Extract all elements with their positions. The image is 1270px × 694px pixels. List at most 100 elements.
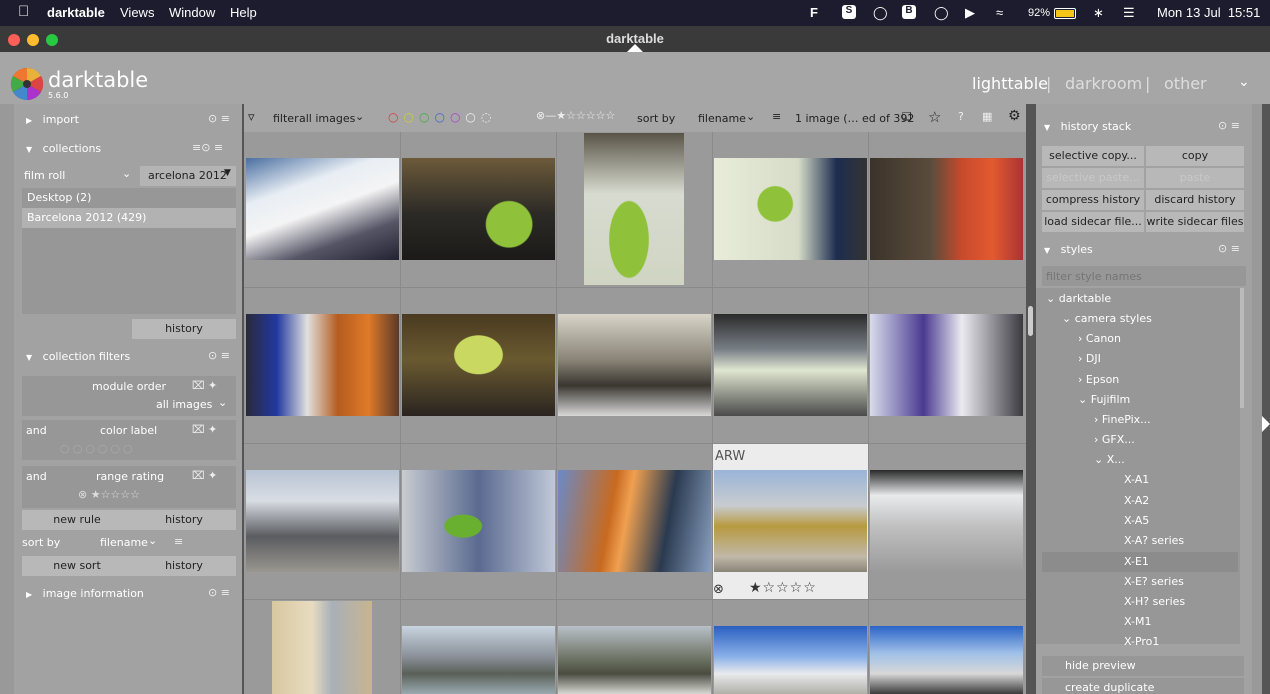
filter-icon[interactable]: ▿	[248, 110, 255, 125]
film-roll-value[interactable]: arcelona 2012 ▼	[140, 166, 236, 186]
thumbnail-image[interactable]	[558, 314, 711, 416]
tree-item-x-a5[interactable]: X-A5	[1124, 514, 1149, 527]
thumbnail-image[interactable]	[272, 601, 372, 694]
thumbnail-image[interactable]	[558, 626, 711, 694]
play-icon[interactable]: ▶	[965, 5, 975, 21]
pin-icon[interactable]: ✦	[208, 423, 217, 436]
copy-button[interactable]: copy	[1146, 146, 1244, 166]
gear-icon[interactable]: ⚙	[1008, 108, 1021, 124]
view-other[interactable]: other	[1164, 74, 1207, 93]
minimize-button[interactable]	[27, 34, 39, 46]
status-icon-f[interactable]: F	[810, 5, 818, 20]
thumbnail-image[interactable]	[558, 470, 711, 572]
right-panel-toggle-icon[interactable]	[1262, 416, 1270, 432]
filters-actions-icon[interactable]: ⊙ ≡	[208, 349, 230, 362]
reject-icon[interactable]: ⊗	[713, 582, 724, 597]
sort-filename-select[interactable]: filename	[100, 536, 148, 549]
tree-item-x-h-series[interactable]: X-H? series	[1124, 595, 1185, 608]
module-image-information[interactable]: ▶ image information	[26, 587, 144, 600]
style-filter-input[interactable]	[1042, 266, 1246, 286]
thumbnail-image[interactable]	[714, 470, 867, 572]
module-collection-filters[interactable]: ▼ collection filters	[26, 350, 130, 363]
collections-history-button[interactable]: history	[132, 319, 236, 339]
image-info-actions-icon[interactable]: ⊙ ≡	[208, 586, 230, 599]
rule-and[interactable]: and	[26, 470, 47, 483]
tree-item-canon[interactable]: › Canon	[1078, 332, 1121, 345]
sort-value-select[interactable]: filename	[698, 112, 746, 125]
menu-window[interactable]: Window	[169, 5, 215, 20]
bluetooth-icon[interactable]: ∗	[1093, 5, 1104, 21]
tree-item-epson[interactable]: › Epson	[1078, 373, 1119, 386]
tree-item-x-e-series[interactable]: X-E? series	[1124, 575, 1184, 588]
tree-item-gfx[interactable]: › GFX...	[1094, 433, 1135, 446]
thumbnail-image[interactable]	[246, 158, 399, 260]
star-icon[interactable]: ☆	[928, 108, 941, 126]
tree-item-x-e1[interactable]: X-E1	[1124, 555, 1149, 568]
sort-history-button[interactable]: history	[132, 556, 236, 576]
thumbnail-image[interactable]	[402, 470, 555, 572]
grouping-icon[interactable]: ❏	[902, 110, 912, 123]
color-dots[interactable]: ○○○○○○	[60, 442, 136, 455]
thumbnail-rating-icon[interactable]: ★☆☆☆☆	[749, 580, 817, 596]
rating-stars-icon[interactable]: ⊗ ★☆☆☆☆	[78, 488, 140, 501]
module-collections[interactable]: ▼ collections	[26, 142, 101, 155]
selective-copy-button[interactable]: selective copy...	[1042, 146, 1144, 166]
tree-item-x-a2[interactable]: X-A2	[1124, 494, 1149, 507]
thumbnail-image[interactable]	[870, 158, 1023, 260]
thumbnail-image[interactable]	[714, 626, 867, 694]
module-history-stack[interactable]: ▼ history stack	[1044, 120, 1131, 133]
film-roll-select[interactable]: film roll ⌄	[22, 166, 136, 186]
thumbnail-image[interactable]	[714, 314, 867, 416]
thumbnail-image[interactable]	[870, 470, 1023, 572]
shield-icon[interactable]: ◯	[873, 5, 888, 21]
tree-item-darktable[interactable]: ⌄ darktable	[1046, 292, 1111, 305]
new-sort-button[interactable]: new sort	[22, 556, 132, 576]
apple-icon[interactable]: 	[18, 3, 29, 20]
control-center-icon[interactable]: ☰	[1123, 5, 1135, 21]
pin-icon[interactable]: ✦	[208, 379, 217, 392]
hide-preview-button[interactable]: hide preview	[1042, 656, 1244, 676]
app-menu[interactable]: darktable	[47, 5, 105, 20]
status-icon-s[interactable]: S	[842, 5, 856, 19]
rule-and[interactable]: and	[26, 424, 47, 437]
tree-item-x-a-series[interactable]: X-A? series	[1124, 534, 1184, 547]
tree-item-x-m1[interactable]: X-M1	[1124, 615, 1151, 628]
thumbnail-image[interactable]	[246, 470, 399, 572]
maximize-button[interactable]	[46, 34, 58, 46]
load-sidecar-button[interactable]: load sidecar file...	[1042, 212, 1144, 232]
remove-icon[interactable]: ⌧	[192, 423, 205, 436]
thumbnail-image[interactable]	[714, 158, 867, 260]
sort-order-icon[interactable]: ≡	[174, 535, 183, 548]
history-stack-actions-icon[interactable]: ⊙ ≡	[1218, 119, 1240, 132]
circle-icon[interactable]: ◯	[934, 5, 949, 21]
tree-item-x-pro1[interactable]: X-Pro1	[1124, 635, 1159, 648]
filter-value-select[interactable]: all images	[299, 112, 355, 125]
discard-history-button[interactable]: discard history	[1146, 190, 1244, 210]
color-label-filter-icon[interactable]: ○○○○○○◌	[388, 110, 496, 124]
list-item[interactable]: Desktop (2)	[22, 188, 236, 208]
remove-icon[interactable]: ⌧	[192, 379, 205, 392]
view-darkroom[interactable]: darkroom	[1065, 74, 1142, 93]
collections-actions-icon[interactable]: ≡⊙ ≡	[192, 141, 223, 154]
create-duplicate-button[interactable]: create duplicate	[1042, 678, 1244, 694]
top-collapse-arrow-icon[interactable]	[627, 44, 643, 52]
module-styles[interactable]: ▼ styles	[1044, 243, 1093, 256]
views-chevron-icon[interactable]: ⌄	[1238, 74, 1250, 90]
thumbnail-image[interactable]	[402, 158, 555, 260]
thumbnail-image[interactable]	[870, 314, 1023, 416]
compress-history-button[interactable]: compress history	[1042, 190, 1144, 210]
paste-button[interactable]: paste	[1146, 168, 1244, 188]
wifi-icon[interactable]: ≈	[996, 5, 1003, 20]
styles-actions-icon[interactable]: ⊙ ≡	[1218, 242, 1240, 255]
help-icon[interactable]: ?	[958, 110, 964, 123]
tree-item-camera-styles[interactable]: ⌄ camera styles	[1062, 312, 1152, 325]
menu-views[interactable]: Views	[120, 5, 154, 20]
styles-tree-scrollbar[interactable]	[1240, 288, 1244, 408]
all-images-select[interactable]: all images	[156, 398, 212, 411]
view-lighttable[interactable]: lighttable	[972, 74, 1048, 93]
filters-history-button[interactable]: history	[132, 510, 236, 530]
sort-order-icon[interactable]: ≡	[772, 110, 781, 123]
write-sidecar-button[interactable]: write sidecar files	[1146, 212, 1244, 232]
tree-item-fujifilm[interactable]: ⌄ Fujifilm	[1078, 393, 1130, 406]
pin-icon[interactable]: ✦	[208, 469, 217, 482]
